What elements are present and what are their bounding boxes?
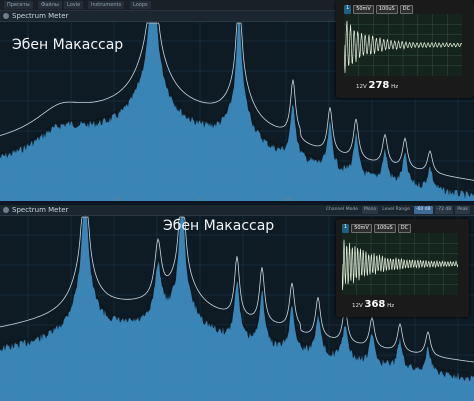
panel-title: Spectrum Meter (12, 12, 69, 20)
top-tab[interactable]: Пресеты (4, 1, 33, 9)
peak-button[interactable]: Peak (455, 206, 470, 214)
spectrum-panel-bottom: Spectrum Meter Channel Mode Mono Level R… (0, 205, 474, 401)
channel-mode-select[interactable]: Mono (362, 206, 379, 214)
top-tab[interactable]: Instruments (88, 1, 125, 9)
top-tab[interactable]: Lovie (64, 1, 84, 9)
scope-freq-value: 368 (364, 299, 386, 310)
level-range-button[interactable]: -72 dB (434, 206, 454, 214)
top-tab[interactable]: Файлы (38, 1, 62, 9)
level-range-button[interactable]: -60 dB (413, 206, 433, 214)
panel-title: Spectrum Meter (12, 206, 69, 214)
gear-icon[interactable] (3, 207, 9, 213)
scope-freq-label: 12V (352, 303, 363, 309)
x-tick-label: 100 (113, 198, 122, 203)
scope-toolbar: 1 50mV 100uS DC (344, 5, 414, 14)
scope-coupling-badge: DC (397, 224, 412, 233)
panel-heading: Эбен Макассар (163, 218, 275, 234)
scope-volts-badge: 50mV (351, 224, 372, 233)
top-tab[interactable]: Loops (130, 1, 151, 9)
channel-mode-label: Channel Mode (325, 207, 359, 212)
scope-time-badge: 100uS (373, 224, 396, 233)
scope-time-badge: 100uS (375, 5, 398, 14)
oscilloscope-photo: 1 50mV 100uS DC 12V 368 Hz (336, 219, 469, 317)
level-range-label: Level Range (382, 207, 410, 212)
scope-screen (344, 14, 462, 76)
panel-heading: Эбен Макассар (12, 37, 124, 53)
scope-toolbar: 1 50mV 100uS DC (342, 224, 412, 233)
scope-volts-badge: 50mV (353, 5, 374, 14)
spectrum-panel-top: Spectrum Meter Эбен Макассар 100 1k 10k … (0, 0, 474, 203)
scope-coupling-badge: DC (399, 5, 414, 14)
scope-freq-value: 278 (368, 80, 390, 91)
scope-readout: 12V 368 Hz (352, 299, 394, 310)
oscilloscope-photo: 1 50mV 100uS DC 12V 278 Hz (336, 0, 474, 98)
scope-freq-label: 12V (356, 84, 367, 90)
scope-readout: 12V 278 Hz (356, 80, 398, 91)
scope-screen (342, 233, 458, 295)
scope-freq-unit: Hz (391, 84, 399, 90)
scope-channel-badge: 1 (342, 224, 350, 233)
panel-controls: Channel Mode Mono Level Range -60 dB -72… (324, 206, 470, 214)
x-tick-label: 10k (283, 198, 292, 203)
x-tick-label: 1k (198, 198, 204, 203)
scope-channel-badge: 1 (344, 5, 352, 14)
gear-icon[interactable] (3, 13, 9, 19)
scope-freq-unit: Hz (387, 303, 395, 309)
app-window: Пресеты Файлы Lovie Instruments Loops Sp… (0, 0, 474, 401)
